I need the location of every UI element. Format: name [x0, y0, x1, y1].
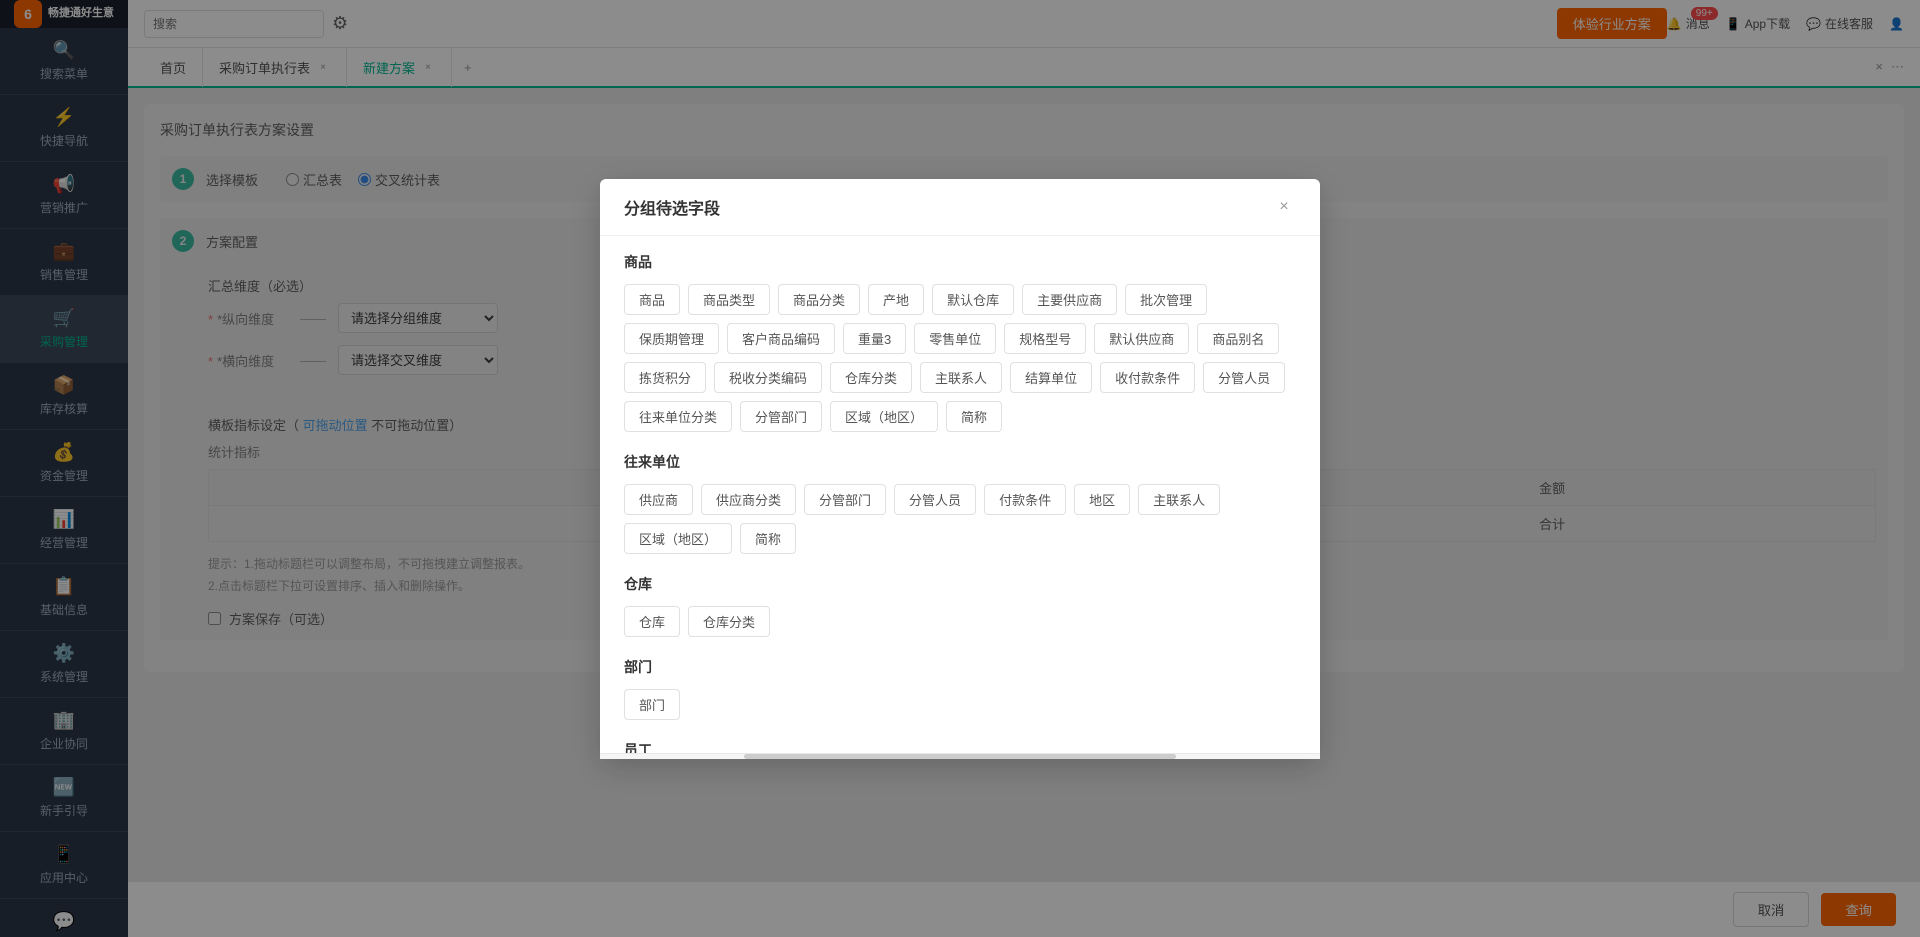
field-tags-department: 部门	[624, 689, 1296, 720]
field-tag-partner-7[interactable]: 区域（地区）	[624, 523, 732, 554]
field-tag-product-17[interactable]: 主联系人	[920, 362, 1002, 393]
field-tag-product-21[interactable]: 往来单位分类	[624, 401, 732, 432]
field-tag-partner-4[interactable]: 付款条件	[984, 484, 1066, 515]
field-tag-partner-6[interactable]: 主联系人	[1138, 484, 1220, 515]
field-tag-product-15[interactable]: 税收分类编码	[714, 362, 822, 393]
modal-scrollbar[interactable]	[600, 753, 1320, 759]
field-tag-partner-3[interactable]: 分管人员	[894, 484, 976, 515]
field-group-title-product: 商品	[624, 252, 1296, 272]
field-tag-product-0[interactable]: 商品	[624, 284, 680, 315]
field-tag-product-7[interactable]: 保质期管理	[624, 323, 719, 354]
field-tag-product-23[interactable]: 区域（地区）	[830, 401, 938, 432]
modal-header: 分组待选字段 ×	[600, 179, 1320, 236]
field-tag-partner-8[interactable]: 简称	[740, 523, 796, 554]
modal-title: 分组待选字段	[624, 195, 720, 219]
field-group-title-partner: 往来单位	[624, 452, 1296, 472]
field-tag-product-5[interactable]: 主要供应商	[1022, 284, 1117, 315]
field-group-partner: 往来单位供应商供应商分类分管部门分管人员付款条件地区主联系人区域（地区） 简称	[624, 452, 1296, 554]
field-group-title-warehouse: 仓库	[624, 574, 1296, 594]
field-tag-product-10[interactable]: 零售单位	[914, 323, 996, 354]
field-tag-product-20[interactable]: 分管人员	[1203, 362, 1285, 393]
modal-close-btn[interactable]: ×	[1272, 195, 1296, 219]
field-group-title-department: 部门	[624, 657, 1296, 677]
field-tags-warehouse: 仓库仓库分类	[624, 606, 1296, 637]
modal-scrollbar-thumb	[744, 754, 1176, 759]
field-group-title-employee: 员工	[624, 740, 1296, 753]
field-tag-partner-0[interactable]: 供应商	[624, 484, 693, 515]
field-tag-partner-5[interactable]: 地区	[1074, 484, 1130, 515]
field-group-product: 商品商品商品类型商品分类产地默认仓库主要供应商批次管理保质期管理客户商品编码重量…	[624, 252, 1296, 432]
modal-dialog: 分组待选字段 × 商品商品商品类型商品分类产地默认仓库主要供应商批次管理保质期管…	[600, 179, 1320, 759]
field-tag-product-14[interactable]: 拣货积分	[624, 362, 706, 393]
field-tag-product-11[interactable]: 规格型号	[1004, 323, 1086, 354]
modal-body: 商品商品商品类型商品分类产地默认仓库主要供应商批次管理保质期管理客户商品编码重量…	[600, 236, 1320, 753]
field-tag-product-1[interactable]: 商品类型	[688, 284, 770, 315]
field-tag-product-12[interactable]: 默认供应商	[1094, 323, 1189, 354]
field-tag-product-13[interactable]: 商品别名	[1197, 323, 1279, 354]
field-tag-product-2[interactable]: 商品分类	[778, 284, 860, 315]
field-group-employee: 员工业务员	[624, 740, 1296, 753]
field-tag-product-18[interactable]: 结算单位	[1010, 362, 1092, 393]
field-tag-product-6[interactable]: 批次管理	[1125, 284, 1207, 315]
modal-overlay: 分组待选字段 × 商品商品商品类型商品分类产地默认仓库主要供应商批次管理保质期管…	[0, 0, 1920, 937]
field-tag-warehouse-0[interactable]: 仓库	[624, 606, 680, 637]
field-tag-product-8[interactable]: 客户商品编码	[727, 323, 835, 354]
field-tag-product-16[interactable]: 仓库分类	[830, 362, 912, 393]
field-tag-product-24[interactable]: 简称	[946, 401, 1002, 432]
field-tag-product-3[interactable]: 产地	[868, 284, 924, 315]
field-tag-product-22[interactable]: 分管部门	[740, 401, 822, 432]
field-tag-product-4[interactable]: 默认仓库	[932, 284, 1014, 315]
field-group-department: 部门部门	[624, 657, 1296, 720]
field-tags-product: 商品商品类型商品分类产地默认仓库主要供应商批次管理保质期管理客户商品编码重量3 零…	[624, 284, 1296, 432]
field-tags-partner: 供应商供应商分类分管部门分管人员付款条件地区主联系人区域（地区） 简称	[624, 484, 1296, 554]
field-tag-department-0[interactable]: 部门	[624, 689, 680, 720]
field-tag-product-9[interactable]: 重量3	[843, 323, 906, 354]
field-group-warehouse: 仓库仓库仓库分类	[624, 574, 1296, 637]
field-tag-product-19[interactable]: 收付款条件	[1100, 362, 1195, 393]
field-tag-partner-2[interactable]: 分管部门	[804, 484, 886, 515]
field-tag-partner-1[interactable]: 供应商分类	[701, 484, 796, 515]
field-tag-warehouse-1[interactable]: 仓库分类	[688, 606, 770, 637]
